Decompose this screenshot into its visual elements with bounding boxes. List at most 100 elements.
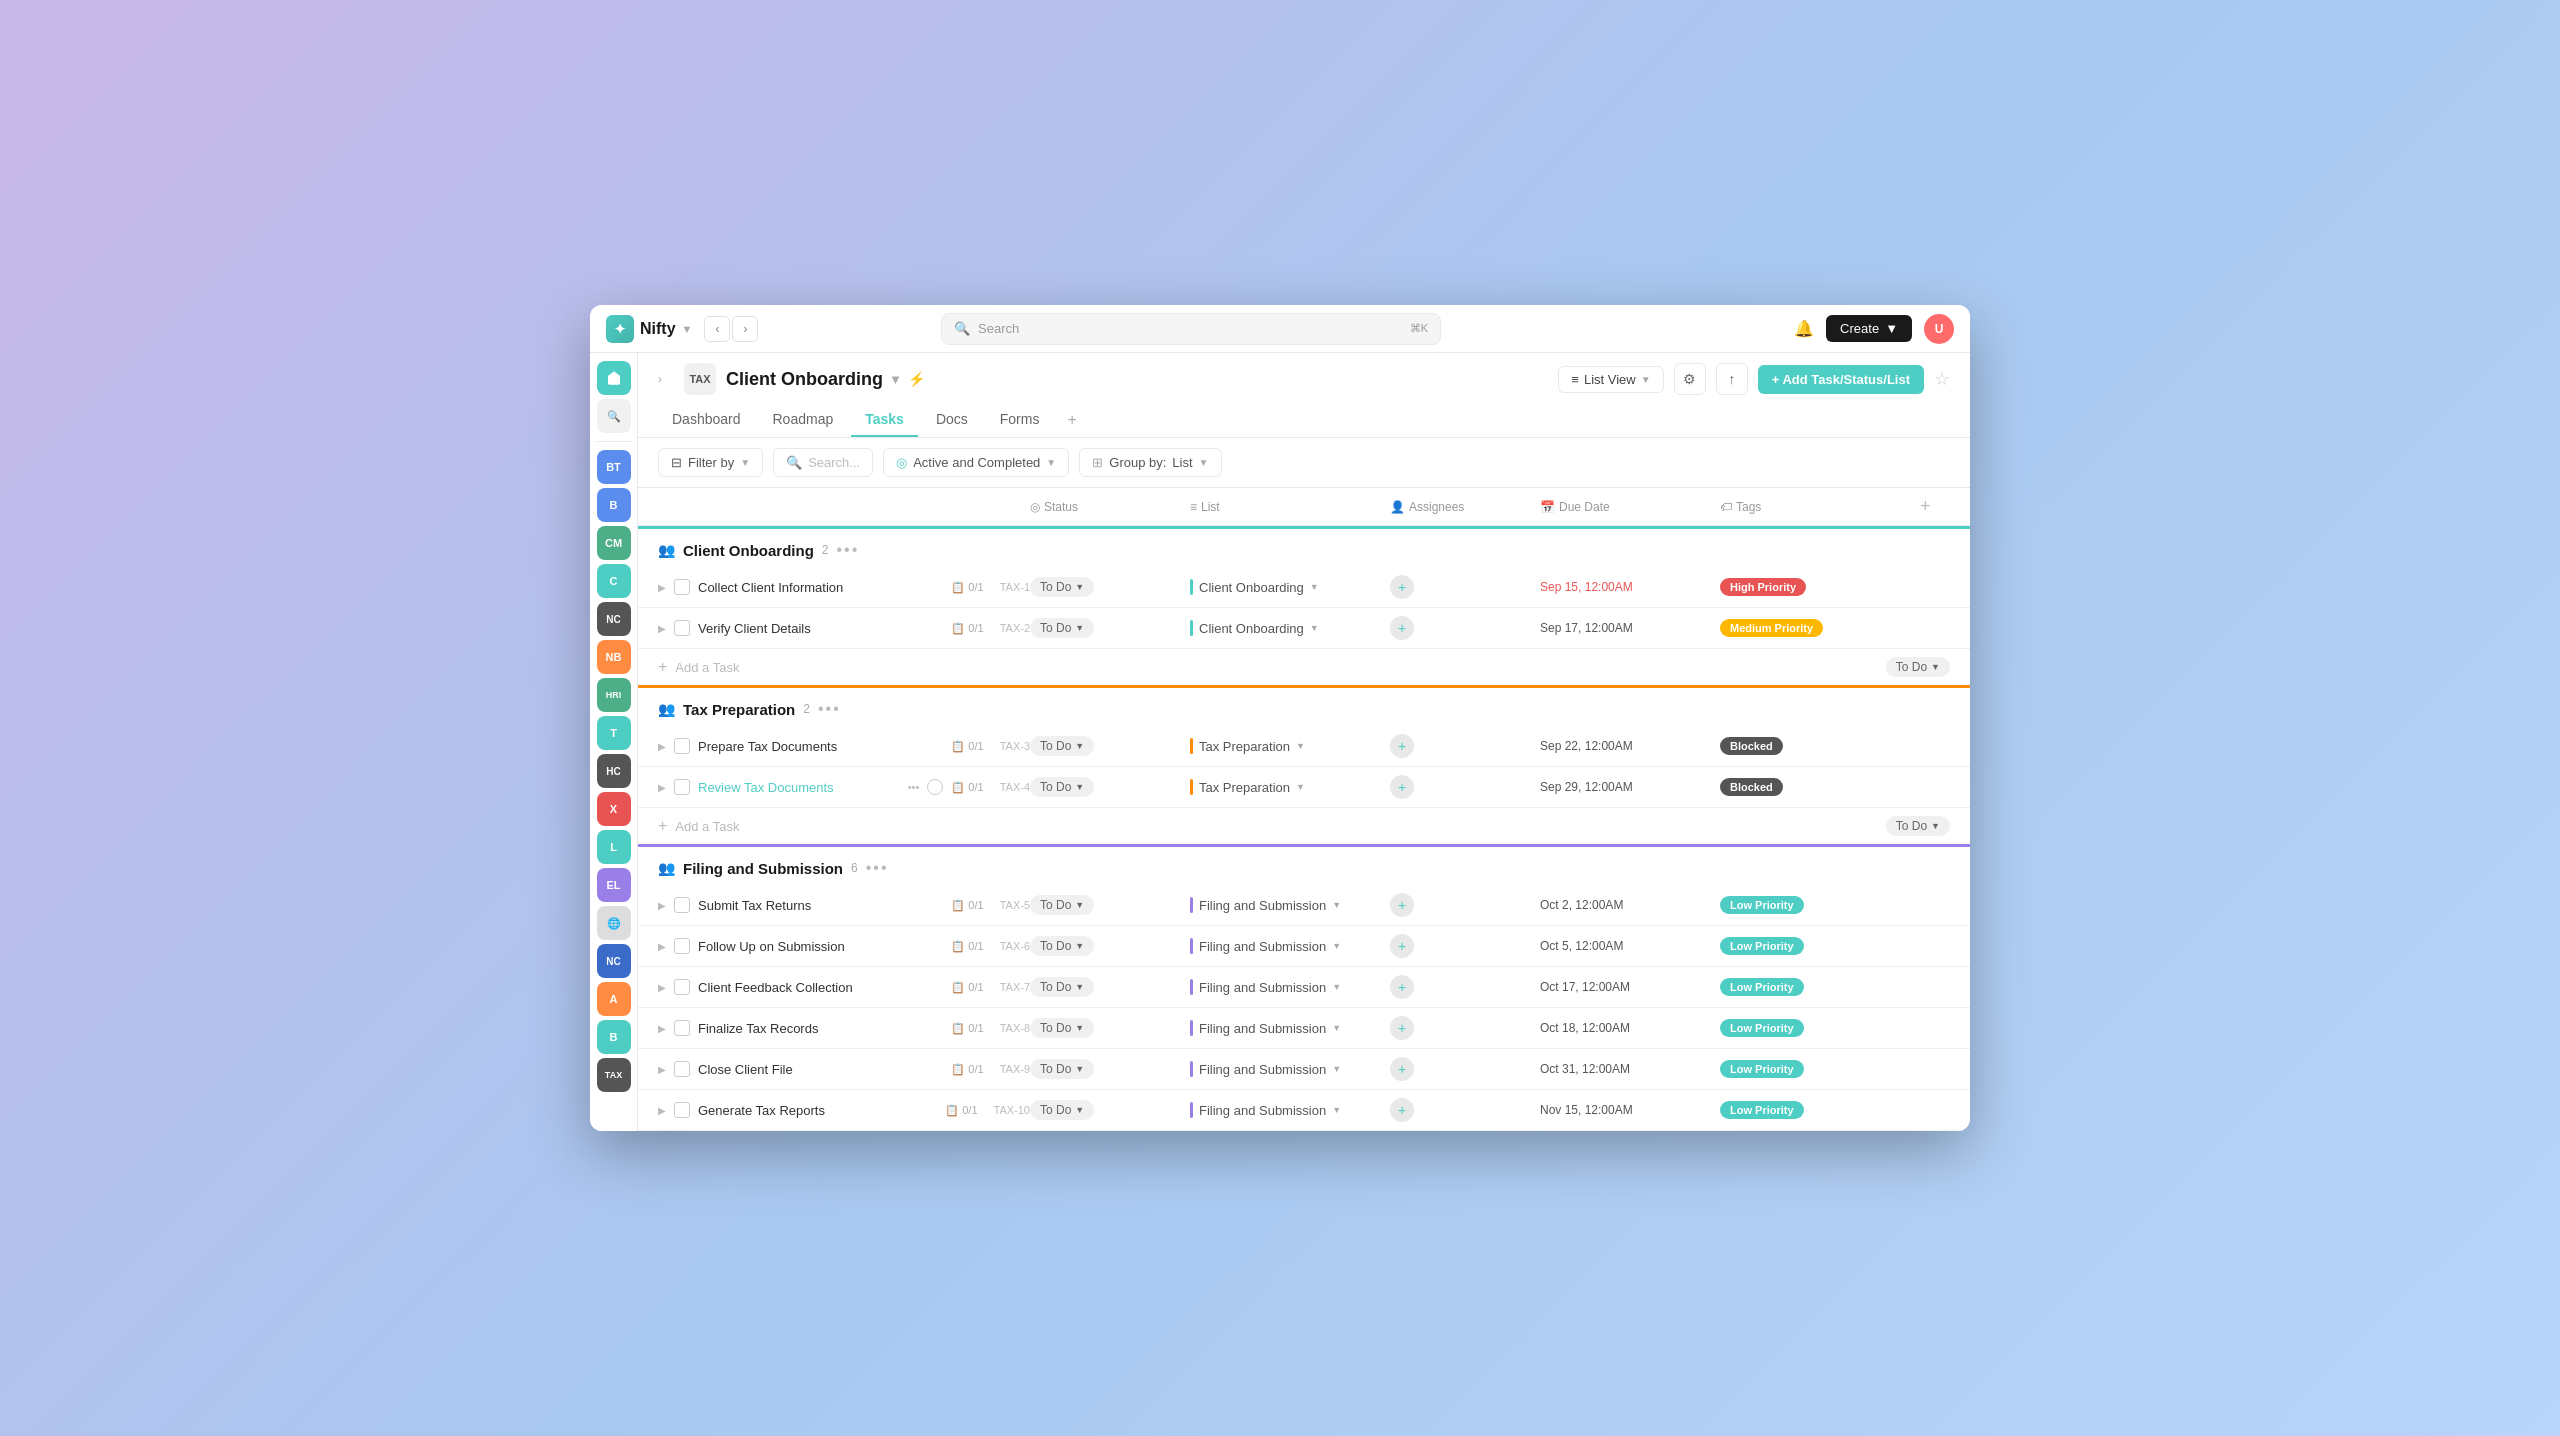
list-dropdown[interactable]: ▼ (1296, 741, 1305, 751)
sidebar-item-b2[interactable]: B (597, 1020, 631, 1054)
task-row[interactable]: ▶ Close Client File 📋 0/1 TAX-9 To Do ▼ (638, 1049, 1970, 1090)
section-menu-1[interactable]: ••• (837, 541, 860, 559)
task-row[interactable]: ▶ Submit Tax Returns 📋 0/1 TAX-5 To Do ▼ (638, 885, 1970, 926)
expand-arrow[interactable]: ▶ (658, 1105, 666, 1116)
tab-dashboard[interactable]: Dashboard (658, 403, 755, 437)
assignee-icon[interactable]: + (1390, 775, 1414, 799)
project-dropdown-icon[interactable]: ▼ (889, 372, 902, 387)
sidebar-item-a[interactable]: A (597, 982, 631, 1016)
task-checkbox[interactable] (674, 738, 690, 754)
expand-arrow[interactable]: ▶ (658, 782, 666, 793)
bell-icon[interactable]: 🔔 (1794, 319, 1814, 338)
task-checkbox[interactable] (674, 979, 690, 995)
sidebar-item-hc[interactable]: HC (597, 754, 631, 788)
list-dropdown[interactable]: ▼ (1332, 982, 1341, 992)
list-dropdown[interactable]: ▼ (1332, 1023, 1341, 1033)
sidebar-toggle[interactable]: › (658, 372, 674, 386)
group-by-button[interactable]: ⊞ Group by: List ▼ (1079, 448, 1221, 477)
task-checkbox[interactable] (674, 1020, 690, 1036)
search-filter[interactable]: 🔍 Search... (773, 448, 873, 477)
settings-button[interactable]: ⚙ (1674, 363, 1706, 395)
assignee-icon[interactable]: + (1390, 1057, 1414, 1081)
sidebar-item-x[interactable]: X (597, 792, 631, 826)
task-checkbox[interactable] (674, 938, 690, 954)
expand-arrow[interactable]: ▶ (658, 623, 666, 634)
task-options[interactable]: ••• (908, 781, 920, 793)
app-logo[interactable]: ✦ Nifty ▼ (606, 315, 692, 343)
sidebar-item-search[interactable]: 🔍 (597, 399, 631, 433)
sidebar-item-home[interactable] (597, 361, 631, 395)
assignee-icon[interactable]: + (1390, 934, 1414, 958)
filter-button[interactable]: ⊟ Filter by ▼ (658, 448, 763, 477)
sidebar-item-bt[interactable]: BT (597, 450, 631, 484)
expand-arrow[interactable]: ▶ (658, 941, 666, 952)
status-badge[interactable]: To Do ▼ (1030, 1100, 1094, 1120)
task-row[interactable]: ▶ Client Feedback Collection 📋 0/1 TAX-7… (638, 967, 1970, 1008)
task-checkbox[interactable] (674, 1061, 690, 1077)
list-view-button[interactable]: ≡ List View ▼ (1558, 366, 1663, 393)
task-row[interactable]: ▶ Review Tax Documents ••• 📋 0/1 TAX-4 T… (638, 767, 1970, 808)
section-menu-2[interactable]: ••• (818, 700, 841, 718)
status-badge[interactable]: To Do ▼ (1030, 618, 1094, 638)
sidebar-item-cm[interactable]: CM (597, 526, 631, 560)
task-checkbox[interactable] (674, 579, 690, 595)
assignee-icon[interactable]: + (1390, 734, 1414, 758)
expand-arrow[interactable]: ▶ (658, 982, 666, 993)
status-badge[interactable]: To Do ▼ (1030, 577, 1094, 597)
search-bar[interactable]: 🔍 Search ⌘K (941, 313, 1441, 345)
list-dropdown[interactable]: ▼ (1332, 1105, 1341, 1115)
list-dropdown[interactable]: ▼ (1332, 941, 1341, 951)
list-dropdown[interactable]: ▼ (1310, 582, 1319, 592)
star-button[interactable]: ☆ (1934, 368, 1950, 390)
assignee-icon[interactable]: + (1390, 616, 1414, 640)
sidebar-item-nc2[interactable]: NC (597, 944, 631, 978)
add-task-row-1[interactable]: + Add a Task To Do ▼ (638, 649, 1970, 685)
tab-docs[interactable]: Docs (922, 403, 982, 437)
assignee-icon[interactable]: + (1390, 893, 1414, 917)
task-row[interactable]: ▶ Generate Tax Reports 📋 0/1 TAX-10 To D… (638, 1090, 1970, 1131)
expand-arrow[interactable]: ▶ (658, 741, 666, 752)
status-badge[interactable]: To Do ▼ (1030, 936, 1094, 956)
assignee-icon[interactable]: + (1390, 975, 1414, 999)
sidebar-item-l[interactable]: L (597, 830, 631, 864)
task-row[interactable]: ▶ Verify Client Details 📋 0/1 TAX-2 To D… (638, 608, 1970, 649)
project-lightning-icon[interactable]: ⚡ (908, 371, 925, 387)
expand-arrow[interactable]: ▶ (658, 900, 666, 911)
task-row[interactable]: ▶ Collect Client Information 📋 0/1 TAX-1… (638, 567, 1970, 608)
tab-tasks[interactable]: Tasks (851, 403, 918, 437)
sidebar-item-nb[interactable]: NB (597, 640, 631, 674)
status-badge[interactable]: To Do ▼ (1030, 777, 1094, 797)
add-task-row-2[interactable]: + Add a Task To Do ▼ (638, 808, 1970, 844)
sidebar-item-tax[interactable]: TAX (597, 1058, 631, 1092)
list-dropdown[interactable]: ▼ (1332, 900, 1341, 910)
sidebar-item-nc1[interactable]: NC (597, 602, 631, 636)
task-row[interactable]: ▶ Prepare Tax Documents 📋 0/1 TAX-3 To D… (638, 726, 1970, 767)
expand-arrow[interactable]: ▶ (658, 1023, 666, 1034)
sidebar-item-c[interactable]: C (597, 564, 631, 598)
task-checkbox[interactable] (674, 897, 690, 913)
task-row[interactable]: ▶ Finalize Tax Records 📋 0/1 TAX-8 To Do… (638, 1008, 1970, 1049)
share-button[interactable]: ↑ (1716, 363, 1748, 395)
status-badge[interactable]: To Do ▼ (1030, 1059, 1094, 1079)
assignee-icon[interactable]: + (1390, 1098, 1414, 1122)
expand-arrow[interactable]: ▶ (658, 1064, 666, 1075)
sidebar-item-el[interactable]: EL (597, 868, 631, 902)
tab-add[interactable]: + (1057, 403, 1086, 437)
status-badge[interactable]: To Do ▼ (1030, 977, 1094, 997)
status-filter-button[interactable]: ◎ Active and Completed ▼ (883, 448, 1069, 477)
status-badge[interactable]: To Do ▼ (1030, 895, 1094, 915)
list-dropdown[interactable]: ▼ (1310, 623, 1319, 633)
tab-forms[interactable]: Forms (986, 403, 1054, 437)
list-dropdown[interactable]: ▼ (1296, 782, 1305, 792)
nav-back[interactable]: ‹ (704, 316, 730, 342)
expand-arrow[interactable]: ▶ (658, 582, 666, 593)
list-dropdown[interactable]: ▼ (1332, 1064, 1341, 1074)
task-checkbox[interactable] (674, 620, 690, 636)
nav-forward[interactable]: › (732, 316, 758, 342)
assignee-icon[interactable]: + (1390, 575, 1414, 599)
section-menu-3[interactable]: ••• (866, 859, 889, 877)
task-row[interactable]: ▶ Follow Up on Submission 📋 0/1 TAX-6 To… (638, 926, 1970, 967)
add-task-button[interactable]: + Add Task/Status/List (1758, 365, 1924, 394)
task-checkbox[interactable] (674, 1102, 690, 1118)
sidebar-item-globe[interactable]: 🌐 (597, 906, 631, 940)
